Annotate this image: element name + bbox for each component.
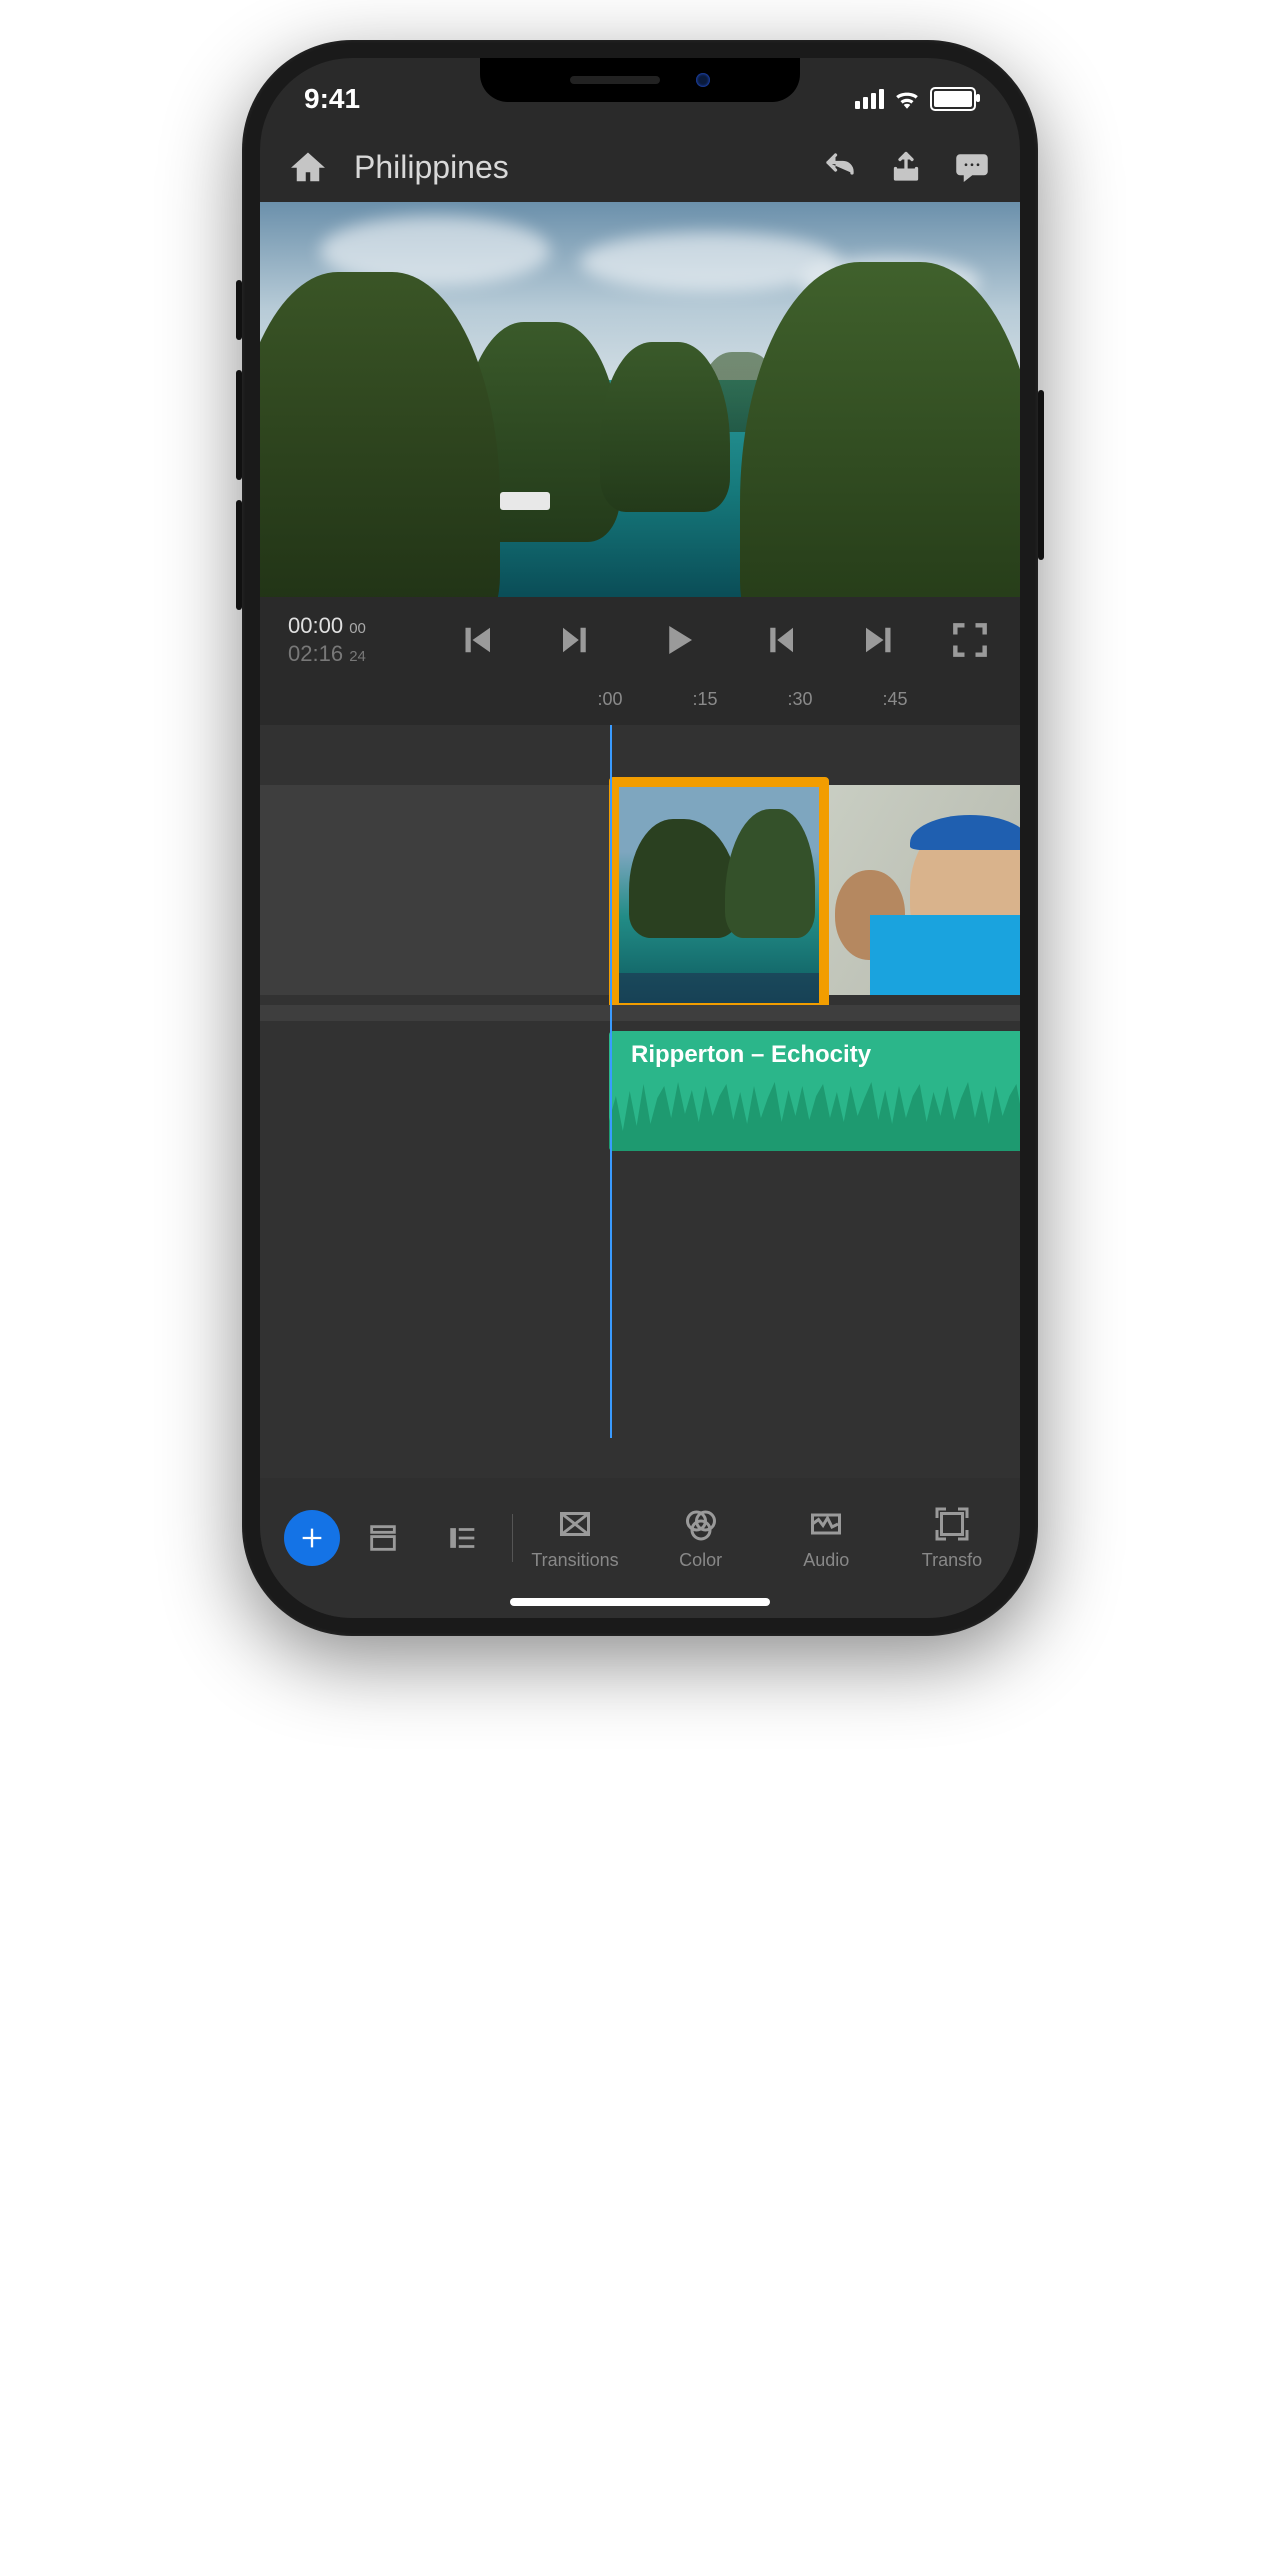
current-frames: 00 — [349, 620, 366, 637]
video-preview[interactable] — [260, 202, 1020, 597]
timeline[interactable]: Ripperton – Echocity — [260, 725, 1020, 1478]
secondary-track[interactable] — [260, 1005, 1020, 1021]
go-start-button[interactable] — [451, 615, 501, 665]
toolbar-divider — [512, 1514, 513, 1562]
project-title: Philippines — [354, 149, 794, 186]
share-button[interactable] — [886, 147, 926, 187]
transform-tool[interactable]: Transfo — [908, 1506, 996, 1571]
total-time: 02:16 — [288, 641, 343, 666]
bottom-toolbar: Transitions Color Audio Transfo — [260, 1478, 1020, 1618]
timeline-view-button[interactable] — [426, 1521, 500, 1555]
comments-button[interactable] — [952, 147, 992, 187]
add-media-button[interactable] — [284, 1510, 340, 1566]
color-tool[interactable]: Color — [657, 1506, 745, 1571]
transform-label: Transfo — [922, 1550, 982, 1571]
screen: 9:41 Philippines — [260, 58, 1020, 1618]
video-clip-2[interactable] — [822, 785, 1020, 995]
undo-button[interactable] — [820, 147, 860, 187]
audio-clip[interactable]: Ripperton – Echocity — [609, 1031, 1020, 1151]
ruler-tick: :00 — [597, 689, 622, 710]
device-frame: 9:41 Philippines — [242, 40, 1038, 1636]
go-end-button[interactable] — [855, 615, 905, 665]
audio-label: Audio — [803, 1550, 849, 1571]
battery-icon — [930, 87, 976, 111]
home-button[interactable] — [288, 147, 328, 187]
home-indicator[interactable] — [510, 1598, 770, 1606]
ruler-tick: :15 — [692, 689, 717, 710]
step-forward-button[interactable] — [754, 615, 804, 665]
status-icons — [855, 87, 976, 111]
ruler-tick: :45 — [882, 689, 907, 710]
play-button[interactable] — [653, 615, 703, 665]
notch — [480, 58, 800, 102]
fullscreen-button[interactable] — [948, 618, 992, 662]
audio-tool[interactable]: Audio — [782, 1506, 870, 1571]
step-back-button[interactable] — [552, 615, 602, 665]
audio-track[interactable]: Ripperton – Echocity — [260, 1031, 1020, 1151]
ruler-tick: :30 — [787, 689, 812, 710]
timecode: 00:00 00 02:16 24 — [288, 613, 408, 667]
playhead[interactable] — [610, 725, 612, 1438]
project-panel-button[interactable] — [346, 1521, 420, 1555]
status-time: 9:41 — [304, 83, 360, 115]
video-track[interactable] — [260, 785, 1020, 995]
video-clip-1-selected[interactable] — [609, 777, 829, 1013]
current-time: 00:00 — [288, 613, 343, 638]
player-controls: 00:00 00 02:16 24 — [260, 597, 1020, 683]
transitions-tool[interactable]: Transitions — [531, 1506, 619, 1571]
total-frames: 24 — [349, 648, 366, 665]
color-label: Color — [679, 1550, 722, 1571]
audio-clip-label: Ripperton – Echocity — [631, 1041, 871, 1069]
signal-icon — [855, 89, 884, 109]
app-header: Philippines — [260, 132, 1020, 202]
transitions-label: Transitions — [531, 1550, 618, 1571]
time-ruler[interactable]: :00 :15 :30 :45 — [260, 683, 1020, 725]
wifi-icon — [894, 89, 920, 109]
